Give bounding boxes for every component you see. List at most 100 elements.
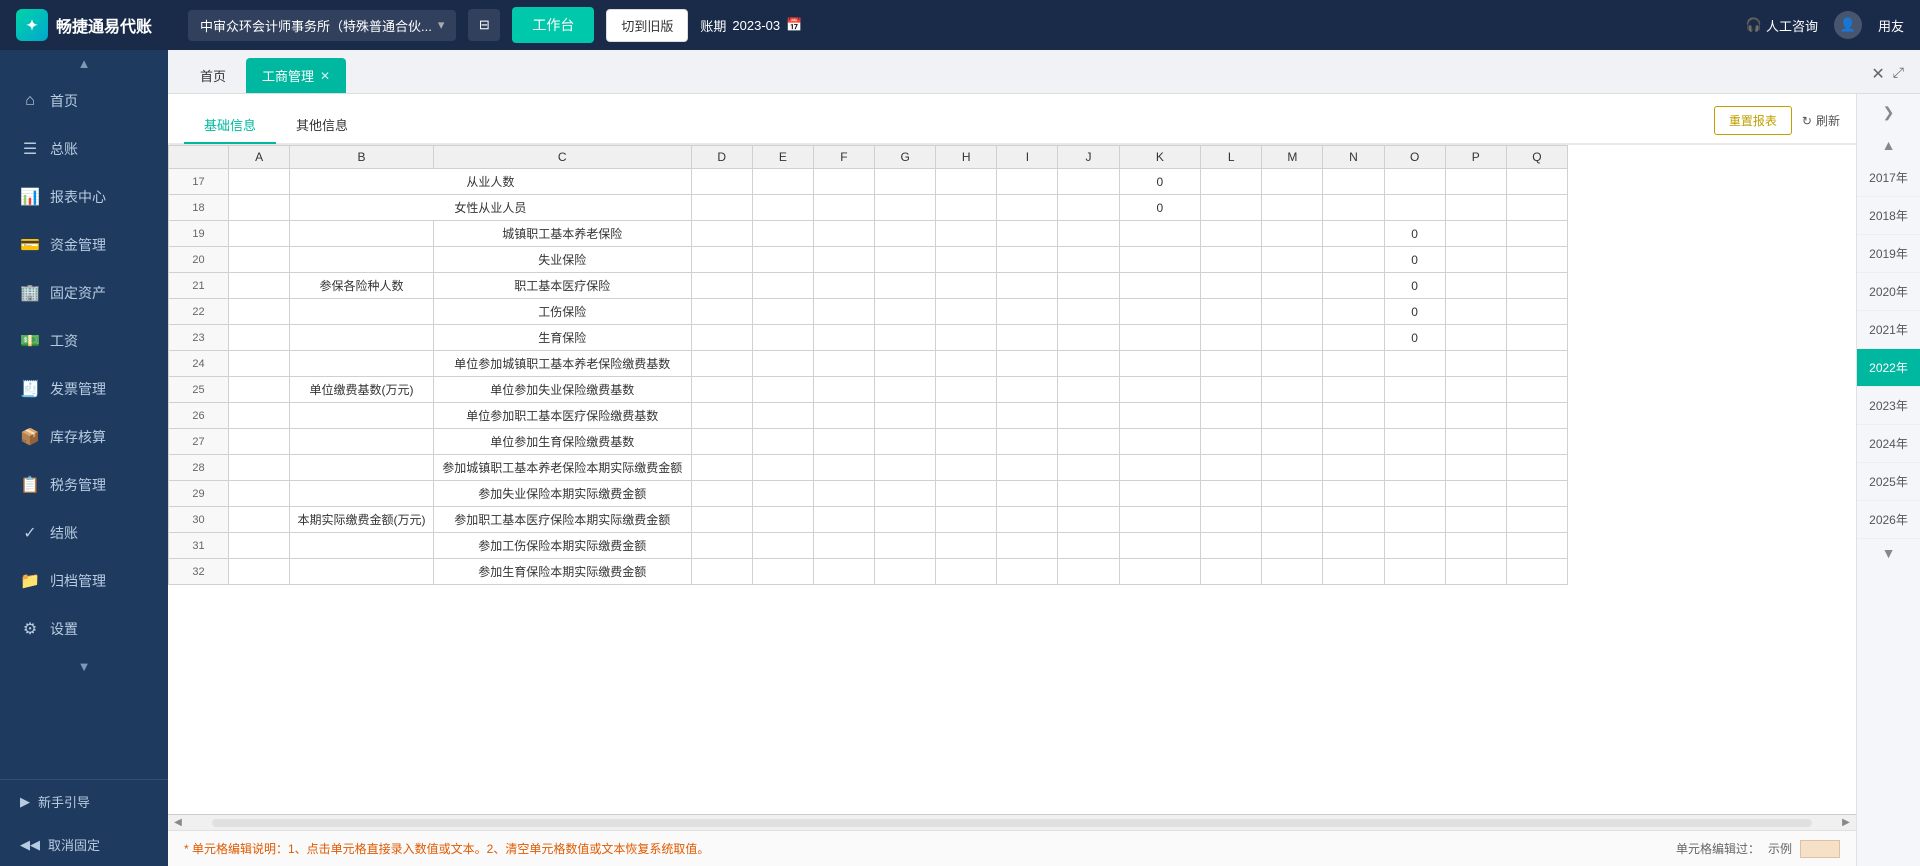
cell-26-i[interactable] [997,403,1058,429]
cell-20-f[interactable] [813,247,874,273]
cell-24-f[interactable] [813,351,874,377]
col-header-d[interactable]: D [691,146,752,169]
cell-17-f[interactable] [813,169,874,195]
cell-30-l[interactable] [1201,507,1262,533]
cell-27-g[interactable] [875,429,936,455]
cell-18-l[interactable] [1201,195,1262,221]
cell-25-i[interactable] [997,377,1058,403]
cell-31-o[interactable] [1384,533,1445,559]
cell-24-k[interactable] [1119,351,1201,377]
cell-32-h[interactable] [936,559,997,585]
cell-18-j[interactable] [1058,195,1119,221]
cell-24-g[interactable] [875,351,936,377]
cell-18-h[interactable] [936,195,997,221]
cell-25-h[interactable] [936,377,997,403]
cell-24-m[interactable] [1262,351,1323,377]
cell-29-c[interactable]: 参加失业保险本期实际缴费金额 [433,481,691,507]
ai-consult-button[interactable]: 🎧 人工咨询 [1746,16,1818,35]
cell-28-k[interactable] [1119,455,1201,481]
cell-22-m[interactable] [1262,299,1323,325]
cell-29-d[interactable] [691,481,752,507]
cell-19-o[interactable]: 0 [1384,221,1445,247]
col-header-o[interactable]: O [1384,146,1445,169]
cell-25-n[interactable] [1323,377,1384,403]
scroll-left-icon[interactable]: ◀ [168,817,188,828]
cell-27-d[interactable] [691,429,752,455]
cell-25-e[interactable] [752,377,813,403]
cell-25-o[interactable] [1384,377,1445,403]
cell-25-d[interactable] [691,377,752,403]
cell-22-p[interactable] [1445,299,1506,325]
cell-32-q[interactable] [1506,559,1567,585]
cell-22-n[interactable] [1323,299,1384,325]
year-item-2024[interactable]: 2024年 [1857,425,1920,463]
scroll-track[interactable] [212,819,1812,827]
cell-32-m[interactable] [1262,559,1323,585]
col-header-i[interactable]: I [997,146,1058,169]
cell-24-q[interactable] [1506,351,1567,377]
cell-19-h[interactable] [936,221,997,247]
cell-24-c[interactable]: 单位参加城镇职工基本养老保险缴费基数 [433,351,691,377]
cell-24-l[interactable] [1201,351,1262,377]
cell-26-f[interactable] [813,403,874,429]
cell-29-a[interactable] [229,481,290,507]
cell-31-q[interactable] [1506,533,1567,559]
cell-30-d[interactable] [691,507,752,533]
cell-26-p[interactable] [1445,403,1506,429]
cell-17-o[interactable] [1384,169,1445,195]
year-item-2020[interactable]: 2020年 [1857,273,1920,311]
cell-23-i[interactable] [997,325,1058,351]
cell-19-b[interactable] [290,221,434,247]
calendar-icon[interactable]: 📅 [786,17,802,33]
cell-17-k[interactable]: 0 [1119,169,1201,195]
cell-31-e[interactable] [752,533,813,559]
cell-21-k[interactable] [1119,273,1201,299]
cell-20-p[interactable] [1445,247,1506,273]
cell-28-l[interactable] [1201,455,1262,481]
col-header-k[interactable]: K [1119,146,1201,169]
cell-27-j[interactable] [1058,429,1119,455]
cell-27-o[interactable] [1384,429,1445,455]
cell-21-o[interactable]: 0 [1384,273,1445,299]
cell-28-i[interactable] [997,455,1058,481]
cell-25-m[interactable] [1262,377,1323,403]
cell-31-f[interactable] [813,533,874,559]
cell-22-k[interactable] [1119,299,1201,325]
cell-17-g[interactable] [875,169,936,195]
cell-19-i[interactable] [997,221,1058,247]
cell-22-b[interactable] [290,299,434,325]
sidebar-item-unpin[interactable]: ◀◀ 取消固定 [0,823,168,866]
cell-29-i[interactable] [997,481,1058,507]
cell-31-k[interactable] [1119,533,1201,559]
cell-28-h[interactable] [936,455,997,481]
cell-17-m[interactable] [1262,169,1323,195]
cell-32-j[interactable] [1058,559,1119,585]
col-header-b[interactable]: B [290,146,434,169]
cell-30-h[interactable] [936,507,997,533]
cell-32-c[interactable]: 参加生育保险本期实际缴费金额 [433,559,691,585]
cell-18-n[interactable] [1323,195,1384,221]
cell-19-p[interactable] [1445,221,1506,247]
cell-27-a[interactable] [229,429,290,455]
sub-tab-other[interactable]: 其他信息 [276,107,368,144]
cell-24-b[interactable] [290,351,434,377]
cell-19-e[interactable] [752,221,813,247]
cell-21-j[interactable] [1058,273,1119,299]
cell-24-e[interactable] [752,351,813,377]
col-header-a[interactable]: A [229,146,290,169]
cell-25-k[interactable] [1119,377,1201,403]
cell-23-m[interactable] [1262,325,1323,351]
year-scroll-up[interactable]: ▲ [1857,131,1920,159]
year-scroll-down[interactable]: ▼ [1857,539,1920,567]
year-item-2018[interactable]: 2018年 [1857,197,1920,235]
cell-29-b[interactable] [290,481,434,507]
cell-18-m[interactable] [1262,195,1323,221]
cell-17-b[interactable]: 从业人数 [290,169,691,195]
cell-30-g[interactable] [875,507,936,533]
cell-20-g[interactable] [875,247,936,273]
cell-28-p[interactable] [1445,455,1506,481]
cell-25-a[interactable] [229,377,290,403]
cell-26-o[interactable] [1384,403,1445,429]
cell-19-n[interactable] [1323,221,1384,247]
year-item-2019[interactable]: 2019年 [1857,235,1920,273]
